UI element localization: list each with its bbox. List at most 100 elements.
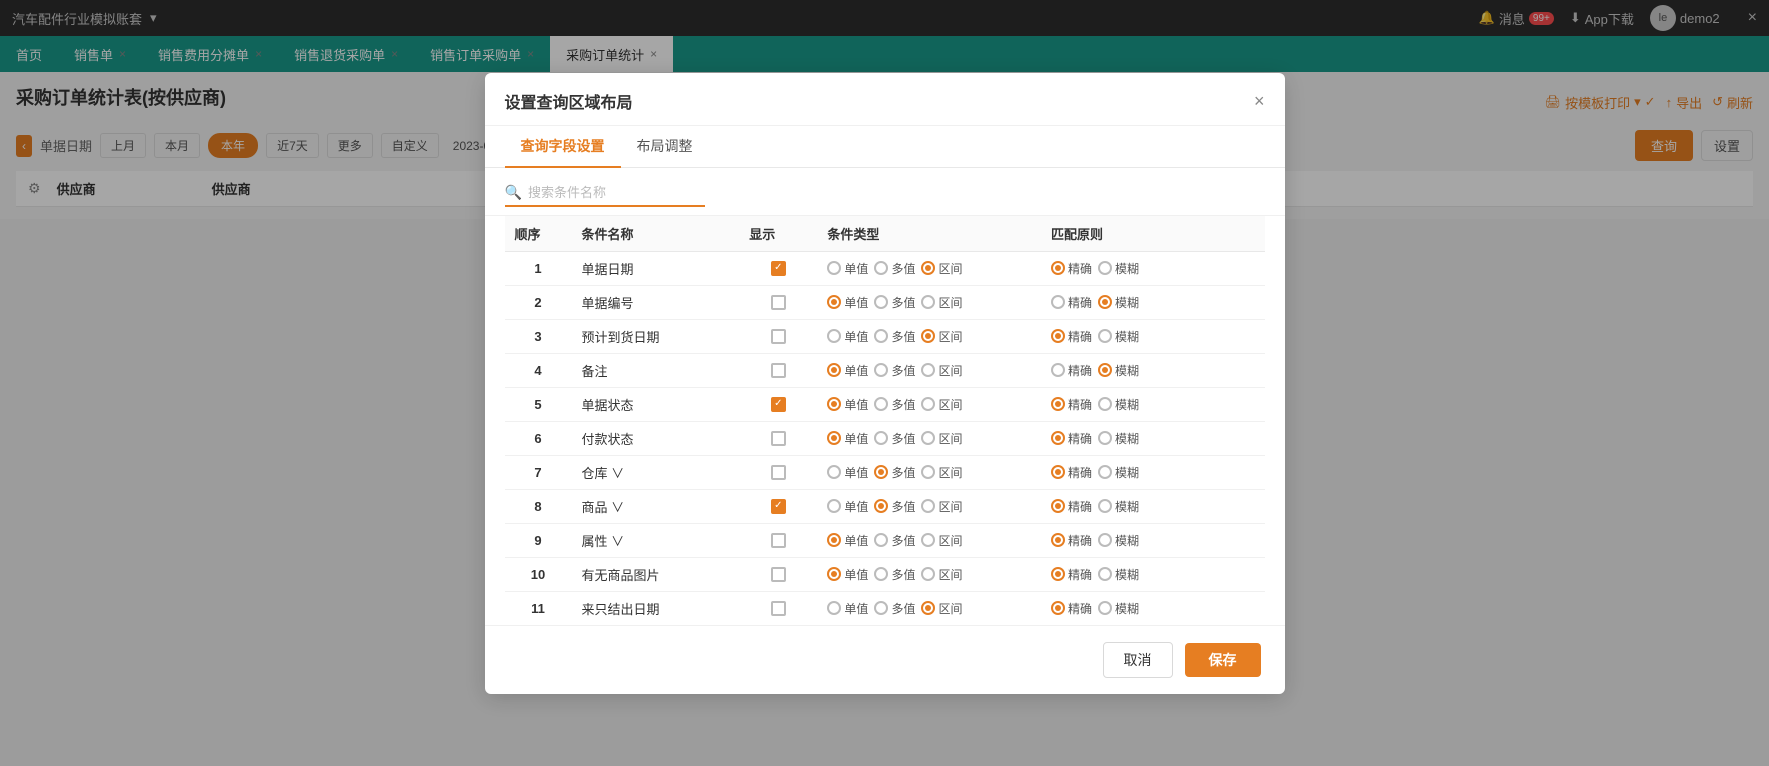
radio-label: 多值: [891, 362, 915, 379]
type-radio-option[interactable]: 区间: [921, 260, 962, 277]
show-checkbox[interactable]: [749, 533, 807, 548]
cell-show[interactable]: [739, 251, 817, 285]
type-radio-option[interactable]: 单值: [827, 260, 868, 277]
cell-show[interactable]: [739, 523, 817, 557]
checkbox-inner[interactable]: [771, 465, 786, 480]
type-radio-option[interactable]: 区间: [921, 566, 962, 583]
cell-show[interactable]: [739, 319, 817, 353]
cell-show[interactable]: [739, 421, 817, 455]
match-radio-option[interactable]: 模糊: [1098, 362, 1139, 379]
checkbox-inner[interactable]: [771, 261, 786, 276]
type-radio-option[interactable]: 单值: [827, 396, 868, 413]
type-radio-option[interactable]: 区间: [921, 328, 962, 345]
match-radio-option[interactable]: 精确: [1051, 260, 1092, 277]
checkbox-inner[interactable]: [771, 601, 786, 616]
type-radio-option[interactable]: 多值: [874, 600, 915, 617]
show-checkbox[interactable]: [749, 431, 807, 446]
show-checkbox[interactable]: [749, 261, 807, 276]
match-radio-option[interactable]: 精确: [1051, 396, 1092, 413]
cell-show[interactable]: [739, 591, 817, 625]
cell-show[interactable]: [739, 489, 817, 523]
match-radio-option[interactable]: 精确: [1051, 464, 1092, 481]
match-radio-option[interactable]: 精确: [1051, 328, 1092, 345]
type-radio-option[interactable]: 区间: [921, 532, 962, 549]
type-radio-option[interactable]: 单值: [827, 294, 868, 311]
checkbox-inner[interactable]: [771, 363, 786, 378]
save-button[interactable]: 保存: [1185, 643, 1261, 677]
th-order: 顺序: [505, 216, 572, 252]
cell-show[interactable]: [739, 285, 817, 319]
type-radio-option[interactable]: 多值: [874, 464, 915, 481]
type-radio-option[interactable]: 单值: [827, 566, 868, 583]
match-radio-option[interactable]: 精确: [1051, 294, 1092, 311]
type-radio-option[interactable]: 多值: [874, 498, 915, 515]
show-checkbox[interactable]: [749, 363, 807, 378]
match-radio-option[interactable]: 模糊: [1098, 464, 1139, 481]
type-radio-option[interactable]: 单值: [827, 328, 868, 345]
match-radio-option[interactable]: 模糊: [1098, 294, 1139, 311]
type-radio-option[interactable]: 多值: [874, 396, 915, 413]
match-radio-option[interactable]: 精确: [1051, 430, 1092, 447]
checkbox-inner[interactable]: [771, 329, 786, 344]
checkbox-inner[interactable]: [771, 431, 786, 446]
show-checkbox[interactable]: [749, 567, 807, 582]
type-radio-option[interactable]: 区间: [921, 396, 962, 413]
type-radio-option[interactable]: 多值: [874, 362, 915, 379]
type-radio-option[interactable]: 多值: [874, 294, 915, 311]
checkbox-inner[interactable]: [771, 567, 786, 582]
match-radio-option[interactable]: 模糊: [1098, 566, 1139, 583]
cell-type: 单值多值区间: [817, 319, 1041, 353]
type-radio-option[interactable]: 区间: [921, 498, 962, 515]
cell-show[interactable]: [739, 387, 817, 421]
radio-label: 精确: [1068, 498, 1092, 515]
show-checkbox[interactable]: [749, 295, 807, 310]
type-radio-option[interactable]: 单值: [827, 532, 868, 549]
search-input[interactable]: [528, 185, 688, 200]
cell-show[interactable]: [739, 455, 817, 489]
type-radio-option[interactable]: 区间: [921, 294, 962, 311]
checkbox-inner[interactable]: [771, 397, 786, 412]
type-radio-option[interactable]: 区间: [921, 464, 962, 481]
match-radio-option[interactable]: 模糊: [1098, 600, 1139, 617]
show-checkbox[interactable]: [749, 329, 807, 344]
match-radio-option[interactable]: 模糊: [1098, 396, 1139, 413]
match-radio-option[interactable]: 模糊: [1098, 532, 1139, 549]
match-radio-option[interactable]: 模糊: [1098, 498, 1139, 515]
type-radio-option[interactable]: 单值: [827, 464, 868, 481]
show-checkbox[interactable]: [749, 465, 807, 480]
match-radio-option[interactable]: 模糊: [1098, 430, 1139, 447]
type-radio-option[interactable]: 区间: [921, 362, 962, 379]
cancel-button[interactable]: 取消: [1103, 642, 1173, 678]
type-radio-option[interactable]: 多值: [874, 430, 915, 447]
type-radio-option[interactable]: 单值: [827, 600, 868, 617]
tab-layout-adjust[interactable]: 布局调整: [621, 126, 709, 168]
type-radio-option[interactable]: 多值: [874, 328, 915, 345]
match-radio-option[interactable]: 精确: [1051, 362, 1092, 379]
match-radio-option[interactable]: 模糊: [1098, 260, 1139, 277]
match-radio-option[interactable]: 精确: [1051, 566, 1092, 583]
match-radio-option[interactable]: 精确: [1051, 600, 1092, 617]
modal-close-button[interactable]: ×: [1254, 92, 1265, 110]
match-radio-option[interactable]: 精确: [1051, 532, 1092, 549]
type-radio-option[interactable]: 区间: [921, 600, 962, 617]
cell-show[interactable]: [739, 557, 817, 591]
checkbox-inner[interactable]: [771, 499, 786, 514]
cell-show[interactable]: [739, 353, 817, 387]
type-radio-option[interactable]: 多值: [874, 260, 915, 277]
match-radio-option[interactable]: 模糊: [1098, 328, 1139, 345]
show-checkbox[interactable]: [749, 499, 807, 514]
type-radio-option[interactable]: 多值: [874, 566, 915, 583]
match-radio-group: 精确模糊: [1051, 600, 1255, 617]
show-checkbox[interactable]: [749, 601, 807, 616]
modal-title: 设置查询区域布局: [505, 89, 633, 113]
type-radio-option[interactable]: 区间: [921, 430, 962, 447]
show-checkbox[interactable]: [749, 397, 807, 412]
checkbox-inner[interactable]: [771, 533, 786, 548]
type-radio-option[interactable]: 多值: [874, 532, 915, 549]
type-radio-option[interactable]: 单值: [827, 498, 868, 515]
tab-query-fields[interactable]: 查询字段设置: [505, 126, 621, 168]
checkbox-inner[interactable]: [771, 295, 786, 310]
type-radio-option[interactable]: 单值: [827, 362, 868, 379]
match-radio-option[interactable]: 精确: [1051, 498, 1092, 515]
type-radio-option[interactable]: 单值: [827, 430, 868, 447]
